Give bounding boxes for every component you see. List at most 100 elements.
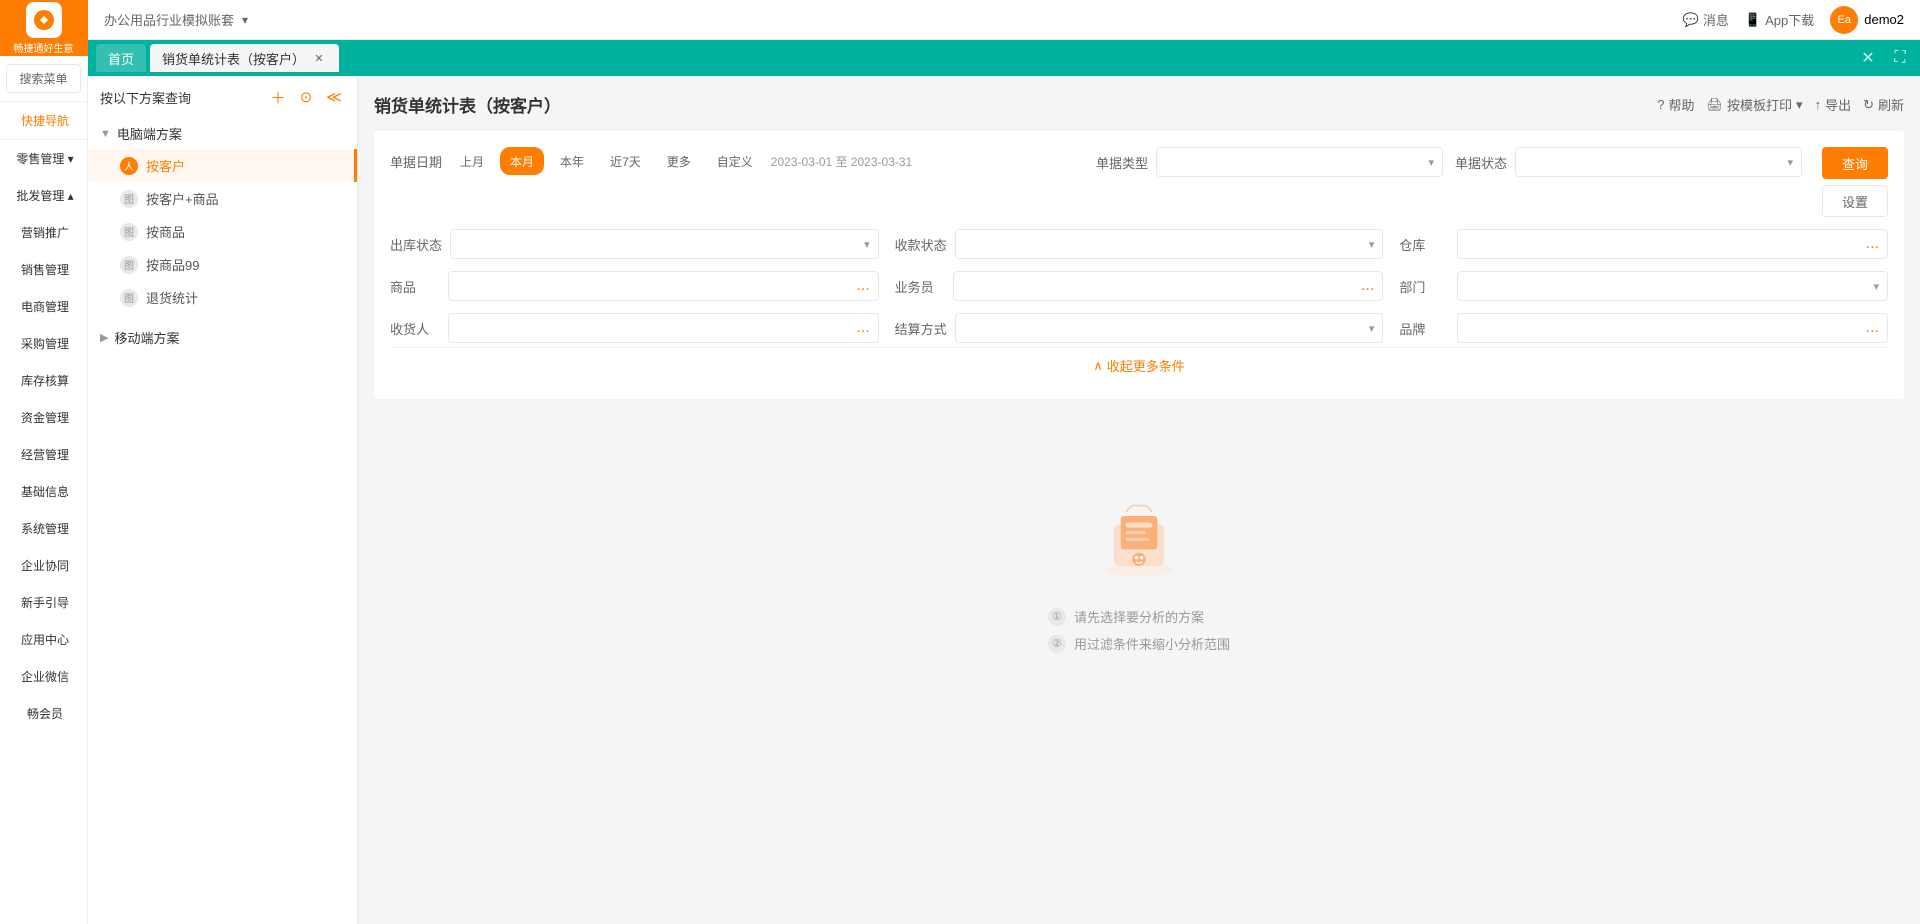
sidebar-item-ecommerce[interactable]: 电商管理 (0, 288, 87, 325)
order-type-group: 单据类型 ▾ (1096, 147, 1443, 177)
order-status-select[interactable]: ▾ (1515, 147, 1802, 177)
tree-group-desktop-header[interactable]: ▼ 电脑端方案 (88, 118, 357, 149)
right-content: 销货单统计表（按客户） ? 帮助 🖨 按模板打印 ▾ ↑ 导出 (358, 76, 1920, 924)
tree-group-mobile-header[interactable]: ▶ 移动端方案 (88, 322, 357, 353)
brand-group: 品牌 ... (1399, 313, 1888, 343)
order-status-group: 单据状态 ▾ (1455, 147, 1802, 177)
tab-close-icon[interactable]: ✕ (311, 50, 327, 66)
refresh-button[interactable]: ↻ 刷新 (1863, 95, 1904, 114)
receiver-select[interactable]: ... (448, 313, 879, 343)
header-title: 办公用品行业模拟账套 (104, 10, 234, 29)
template-print-button[interactable]: 🖨 按模板打印 ▾ (1707, 95, 1803, 114)
avatar: Ea (1830, 6, 1858, 34)
department-chevron: ▾ (1873, 280, 1879, 293)
message-action[interactable]: 💬 消息 (1683, 10, 1729, 29)
sidebar-item-purchase[interactable]: 采购管理 (0, 325, 87, 362)
help-button[interactable]: ? 帮助 (1657, 95, 1694, 114)
sidebar-item-label: 企业微信 (7, 668, 83, 685)
sidebar-item-inventory[interactable]: 库存核算 (0, 362, 87, 399)
tab-maximize-icon[interactable]: ⛶ (1888, 46, 1912, 70)
product-label: 商品 (390, 277, 440, 296)
main-area: 办公用品行业模拟账套 ▾ 💬 消息 📱 App下载 Ea demo2 首页 (88, 0, 1920, 924)
settlement-select[interactable]: ▾ (955, 313, 1384, 343)
date-btn-more[interactable]: 更多 (657, 147, 701, 175)
date-btn-last-7[interactable]: 近7天 (600, 147, 651, 175)
department-select[interactable]: ▾ (1457, 271, 1888, 301)
tab-sales-stat[interactable]: 销货单统计表（按客户） ✕ (150, 44, 339, 72)
settings-button[interactable]: 设置 (1822, 185, 1888, 217)
salesperson-label: 业务员 (895, 277, 945, 296)
app-download-action[interactable]: 📱 App下载 (1745, 10, 1814, 29)
by-customer-label: 按客户 (146, 156, 185, 175)
salesperson-select[interactable]: ... (953, 271, 1384, 301)
empty-state: ① 请先选择要分析的方案 ② 用过滤条件来缩小分析范围 (374, 411, 1904, 733)
warehouse-select[interactable]: ... (1457, 229, 1888, 259)
product-select[interactable]: ... (448, 271, 879, 301)
sidebar-item-kuaijie[interactable]: 快捷导航 (0, 102, 87, 139)
search-menu-button[interactable]: 搜索菜单 (6, 64, 81, 93)
page-title-actions: ? 帮助 🖨 按模板打印 ▾ ↑ 导出 ↻ 刷新 (1657, 95, 1904, 114)
brand-select[interactable]: ... (1457, 313, 1888, 343)
export-button[interactable]: ↑ 导出 (1815, 95, 1852, 114)
receiver-dots[interactable]: ... (856, 319, 869, 337)
tip-2-text: 用过滤条件来缩小分析范围 (1074, 634, 1230, 653)
tree-item-by-product[interactable]: 图 按商品 (88, 215, 357, 248)
warehouse-dots[interactable]: ... (1866, 235, 1879, 253)
sidebar-item-enterprise[interactable]: 企业协同 (0, 547, 87, 584)
salesperson-dots[interactable]: ... (1361, 277, 1374, 295)
settlement-group: 结算方式 ▾ (895, 313, 1384, 343)
date-btn-this-month[interactable]: 本月 (500, 147, 544, 175)
return-stats-icon: 图 (120, 289, 138, 307)
tab-sales-stat-label: 销货单统计表（按客户） (162, 49, 305, 68)
sidebar-item-marketing[interactable]: 营销推广 (0, 214, 87, 251)
add-scheme-button[interactable]: ＋ (267, 86, 289, 108)
sidebar-item-sales[interactable]: 销售管理 (0, 251, 87, 288)
receiver-group: 收货人 ... (390, 313, 879, 343)
sidebar-item-label: 畅会员 (7, 705, 83, 722)
sidebar-item-system[interactable]: 系统管理 (0, 510, 87, 547)
sidebar-item-member[interactable]: 畅会员 (0, 695, 87, 732)
sidebar-item-wholesale[interactable]: 批发管理 ▴ (0, 177, 87, 214)
header-dropdown-button[interactable]: ▾ (242, 13, 248, 27)
return-stats-label: 退货统计 (146, 288, 198, 307)
collapse-panel-button[interactable]: ≪ (323, 86, 345, 108)
page-title: 销货单统计表（按客户） (374, 92, 561, 117)
sidebar-item-label: 采购管理 (7, 335, 83, 352)
sidebar-item-operation[interactable]: 经营管理 (0, 436, 87, 473)
search-button[interactable]: 查询 (1822, 147, 1888, 179)
settings-scheme-button[interactable]: ⊙ (295, 86, 317, 108)
tab-close-window-icon[interactable]: ✕ (1856, 46, 1880, 70)
date-btn-last-month[interactable]: 上月 (450, 147, 494, 175)
sidebar-item-wechat[interactable]: 企业微信 (0, 658, 87, 695)
sidebar-item-retail[interactable]: 零售管理 ▾ (0, 140, 87, 177)
tab-bar-actions: ✕ ⛶ (1856, 46, 1912, 70)
sidebar-logo[interactable]: 畅捷通好生意 (0, 0, 88, 56)
order-type-select[interactable]: ▾ (1156, 147, 1443, 177)
collection-status-chevron: ▾ (1369, 238, 1375, 251)
sidebar-item-base[interactable]: 基础信息 (0, 473, 87, 510)
tab-home-label: 首页 (108, 49, 134, 68)
date-btn-custom[interactable]: 自定义 (707, 147, 763, 175)
empty-tip-1: ① 请先选择要分析的方案 (1048, 607, 1230, 626)
filter-row-2: 出库状态 ▾ 收款状态 ▾ 仓库 (390, 229, 1888, 259)
by-customer-product-label: 按客户+商品 (146, 189, 219, 208)
print-dropdown-icon: ▾ (1796, 97, 1803, 113)
sidebar-item-newuser[interactable]: 新手引导 (0, 584, 87, 621)
tree-item-by-product-99[interactable]: 图 按商品99 (88, 248, 357, 281)
user-profile[interactable]: Ea demo2 (1830, 6, 1904, 34)
product-dots[interactable]: ... (856, 277, 869, 295)
collection-status-select[interactable]: ▾ (955, 229, 1384, 259)
sidebar-item-label: 系统管理 (7, 520, 83, 537)
tab-home[interactable]: 首页 (96, 44, 146, 72)
collapse-filter-button[interactable]: ∧ 收起更多条件 (390, 347, 1888, 383)
tree-item-by-customer-product[interactable]: 图 按客户+商品 (88, 182, 357, 215)
tree-item-return-stats[interactable]: 图 退货统计 (88, 281, 357, 314)
sidebar-item-label: 库存核算 (7, 372, 83, 389)
out-status-select[interactable]: ▾ (450, 229, 879, 259)
app-download-icon: 📱 (1745, 12, 1761, 28)
sidebar-item-apps[interactable]: 应用中心 (0, 621, 87, 658)
tree-item-by-customer[interactable]: 人 按客户 (88, 149, 357, 182)
sidebar-item-finance[interactable]: 资金管理 (0, 399, 87, 436)
brand-dots[interactable]: ... (1866, 319, 1879, 337)
date-btn-this-year[interactable]: 本年 (550, 147, 594, 175)
